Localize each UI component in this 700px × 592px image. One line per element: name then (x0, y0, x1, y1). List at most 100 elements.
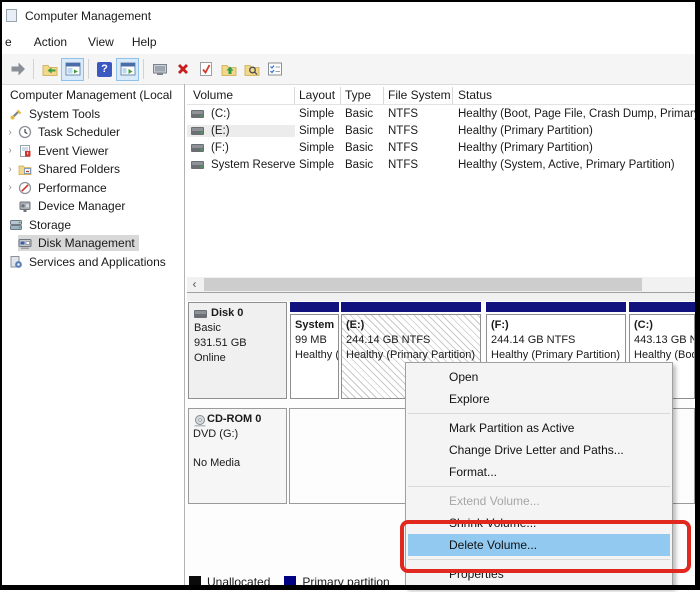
partition-system-reserved[interactable]: System Reserved 99 MB Healthy (System (290, 302, 339, 399)
scroll-left-arrow-icon[interactable]: ‹ (187, 277, 202, 292)
menu-item-format[interactable]: Format... (406, 461, 672, 483)
drive-icon (191, 126, 205, 136)
delete-volume-annotation (400, 520, 691, 573)
volume-row-f[interactable]: (F:) Simple Basic NTFS Healthy (Primary … (187, 139, 695, 156)
tree-item-computer-management[interactable]: Computer Management (Local (2, 86, 184, 105)
device-manager-icon (18, 199, 32, 213)
horizontal-scrollbar[interactable]: ‹ (187, 277, 695, 292)
cdrom-drive: DVD (G:) (193, 428, 239, 440)
partition-color-bar (629, 302, 695, 312)
menu-separator (408, 413, 670, 414)
frame-border (0, 585, 700, 590)
column-header-layout[interactable]: Layout (295, 86, 341, 104)
services-icon (9, 255, 23, 269)
menu-help[interactable]: Help (132, 35, 157, 49)
menu-bar: e Action View Help (2, 29, 695, 54)
disk0-status: Online (194, 352, 226, 364)
console-tree: Computer Management (Local System Tools … (2, 86, 184, 271)
tree-item-device-manager[interactable]: Device Manager (2, 197, 184, 216)
export-list-button[interactable] (38, 58, 61, 81)
list-graph-splitter[interactable] (187, 292, 695, 301)
disk-management-icon (18, 236, 32, 250)
menu-item-mark-partition-active[interactable]: Mark Partition as Active (406, 417, 672, 439)
toolbar: ? (2, 54, 695, 84)
find-folder-button[interactable] (240, 58, 263, 81)
tree-item-disk-management[interactable]: Disk Management (2, 234, 184, 253)
title-bar: Computer Management (2, 2, 695, 29)
menu-file[interactable]: e (5, 35, 12, 49)
folder-up-arrow-icon (221, 61, 237, 77)
open-folder-button[interactable] (217, 58, 240, 81)
cdrom-media-status: No Media (193, 457, 241, 469)
system-tools-icon (9, 107, 23, 121)
remote-computer-button[interactable] (148, 58, 171, 81)
app-window-icon (6, 9, 17, 22)
toolbar-separator (88, 59, 89, 79)
menu-item-change-drive-letter[interactable]: Change Drive Letter and Paths... (406, 439, 672, 461)
drive-icon (191, 143, 205, 153)
cdrom-header[interactable]: CD-ROM 0 DVD (G:) No Media (188, 408, 287, 504)
partition-color-bar (486, 302, 626, 312)
tree-item-event-viewer[interactable]: › Event Viewer (2, 142, 184, 161)
volume-row-c[interactable]: (C:) Simple Basic NTFS Healthy (Boot, Pa… (187, 105, 695, 122)
checklist-icon (267, 61, 283, 77)
pane-splitter[interactable] (184, 84, 185, 585)
expand-chevron-icon[interactable]: › (2, 182, 18, 193)
volume-row-e[interactable]: (E:) Simple Basic NTFS Healthy (Primary … (187, 122, 695, 139)
red-x-icon (175, 61, 191, 77)
help-button[interactable]: ? (93, 58, 116, 81)
computer-management-window: Computer Management e Action View Help ? (0, 0, 700, 592)
frame-border (0, 0, 2, 587)
show-action-pane-button[interactable] (116, 57, 139, 81)
tree-item-task-scheduler[interactable]: › Task Scheduler (2, 123, 184, 142)
folder-magnifier-icon (244, 61, 260, 77)
menu-item-open[interactable]: Open (406, 366, 672, 388)
tree-item-performance[interactable]: › Performance (2, 179, 184, 198)
drive-icon (191, 109, 205, 119)
help-icon: ? (97, 61, 112, 77)
document-check-icon (198, 61, 214, 77)
tree-item-system-tools[interactable]: System Tools (2, 105, 184, 124)
menu-action[interactable]: Action (34, 35, 67, 49)
content-divider (2, 84, 695, 85)
tree-item-shared-folders[interactable]: › Shared Folders (2, 160, 184, 179)
selected-tree-item: Disk Management (18, 235, 139, 252)
frame-border (695, 0, 700, 590)
menu-view[interactable]: View (88, 35, 114, 49)
volume-list: Volume Layout Type File System Status (C… (187, 86, 695, 173)
disk0-header[interactable]: Disk 0 Basic 931.51 GB Online (188, 302, 287, 399)
check-document-button[interactable] (194, 58, 217, 81)
scrollbar-thumb[interactable] (204, 278, 642, 291)
volume-row-system-reserved[interactable]: System Reserved Simple Basic NTFS Health… (187, 156, 695, 173)
menu-item-extend-volume: Extend Volume... (449, 494, 540, 508)
forward-button[interactable] (6, 58, 29, 81)
disk-icon (194, 309, 208, 319)
event-viewer-icon (18, 144, 32, 158)
column-header-type[interactable]: Type (341, 86, 384, 104)
partition-color-bar (290, 302, 339, 312)
toolbar-separator (33, 59, 34, 79)
partition-color-bar (341, 302, 481, 312)
show-console-tree-button[interactable] (61, 57, 84, 81)
forward-arrow-icon (10, 61, 26, 77)
expand-chevron-icon[interactable]: › (2, 145, 18, 156)
tree-item-services-and-applications[interactable]: Services and Applications (2, 253, 184, 272)
disk0-size: 931.51 GB (194, 337, 247, 349)
drive-icon (191, 160, 205, 170)
delete-button[interactable] (171, 58, 194, 81)
shared-folders-icon (18, 162, 32, 176)
customize-button[interactable] (263, 58, 286, 81)
frame-border (0, 0, 700, 2)
toolbar-separator (143, 59, 144, 79)
expand-chevron-icon[interactable]: › (2, 127, 18, 138)
tree-item-storage[interactable]: Storage (2, 216, 184, 235)
column-header-status[interactable]: Status (453, 87, 695, 104)
volume-list-header: Volume Layout Type File System Status (187, 86, 695, 105)
expand-chevron-icon[interactable]: › (2, 164, 18, 175)
menu-separator (408, 486, 670, 487)
menu-item-explore[interactable]: Explore (406, 388, 672, 410)
column-header-file-system[interactable]: File System (384, 86, 453, 104)
action-pane-window-icon (120, 61, 136, 77)
cd-icon (193, 414, 207, 426)
column-header-volume[interactable]: Volume (187, 86, 295, 104)
